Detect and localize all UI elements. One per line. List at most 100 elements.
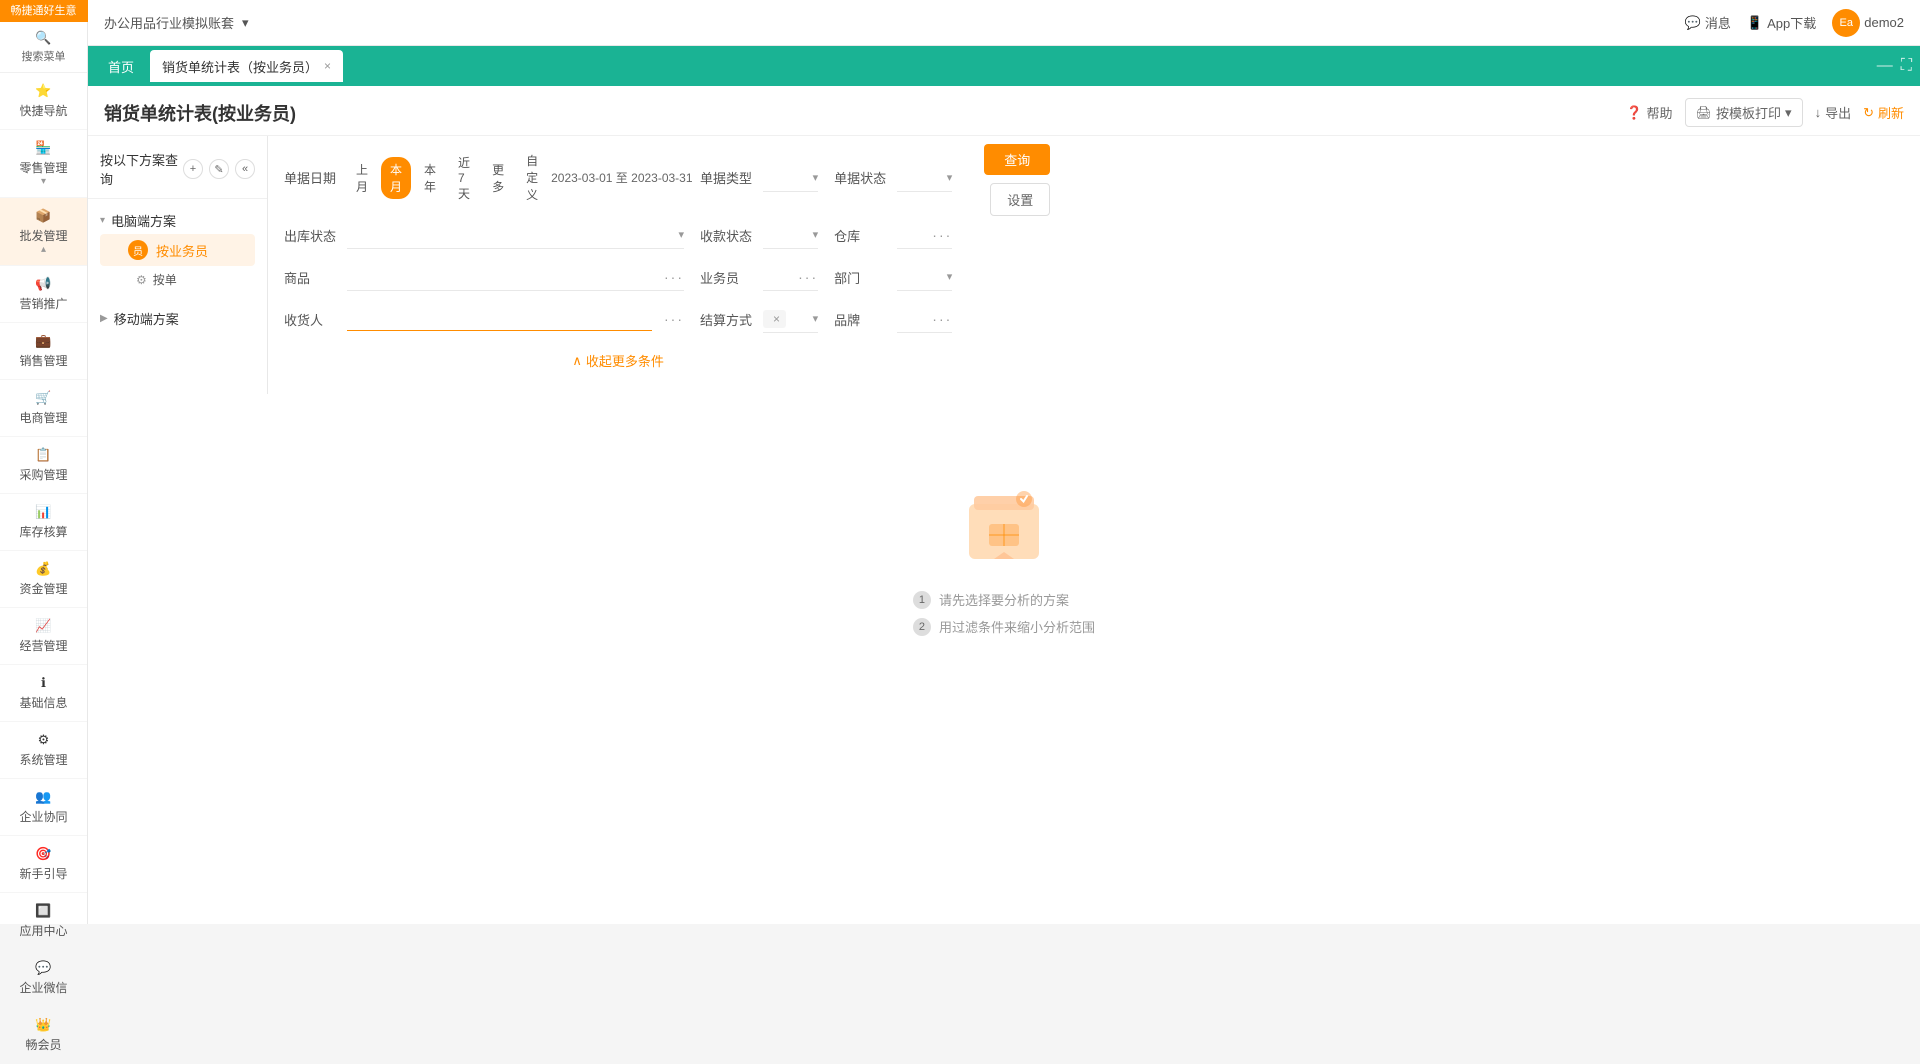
sidebar-item-search[interactable]: 🔍 搜索菜单 bbox=[0, 22, 87, 73]
help-button[interactable]: ❓ 帮助 bbox=[1626, 103, 1672, 122]
sidebar-item-basic-info[interactable]: ℹ 基础信息 bbox=[0, 665, 87, 722]
mobile-category-arrow-icon: ▶ bbox=[100, 313, 108, 324]
settings-button[interactable]: 设置 bbox=[990, 183, 1050, 216]
sidebar-item-member[interactable]: 👑 畅会员 bbox=[0, 1007, 87, 1064]
out-status-select[interactable]: ▾ bbox=[347, 221, 684, 249]
sidebar-item-enterprise[interactable]: 👥 企业协同 bbox=[0, 779, 87, 836]
scheme-collapse-button[interactable]: « bbox=[235, 159, 255, 179]
scheme-category-toggle[interactable]: ▾ 电脑端方案 bbox=[100, 207, 255, 234]
date-btn-more[interactable]: 更多 bbox=[483, 157, 513, 199]
gear-icon: ⚙ bbox=[38, 732, 50, 748]
sidebar-item-wholesale[interactable]: 📦 批发管理 ▴ bbox=[0, 198, 87, 266]
scheme-mobile-toggle[interactable]: ▶ 移动端方案 bbox=[100, 305, 255, 332]
tab-active[interactable]: 销货单统计表（按业务员） × bbox=[150, 50, 343, 82]
date-btn-7days[interactable]: 近7天 bbox=[449, 150, 479, 206]
print-button[interactable]: 🖨 按模板打印 ▾ bbox=[1685, 98, 1803, 127]
date-label: 单据日期 bbox=[284, 168, 339, 187]
page-content: 销货单统计表(按业务员) ❓ 帮助 🖨 按模板打印 ▾ ↓ 导出 bbox=[88, 86, 1920, 924]
scheme-item-salesperson[interactable]: 员 按业务员 bbox=[100, 234, 255, 266]
sub-item-icon: ⚙ bbox=[136, 273, 147, 287]
wechat-icon: 💬 bbox=[35, 960, 51, 976]
department-select[interactable]: ▾ bbox=[897, 263, 952, 291]
tab-minimize-icon[interactable]: — bbox=[1877, 57, 1893, 75]
sidebar-item-finance[interactable]: 💰 资金管理 bbox=[0, 551, 87, 608]
brand-select[interactable]: ··· bbox=[897, 305, 952, 333]
sidebar-item-retail[interactable]: 🏪 零售管理 ▾ bbox=[0, 130, 87, 198]
tab-maximize-icon[interactable]: ⛶ bbox=[1901, 57, 1912, 75]
doc-status-select[interactable]: ▾ bbox=[897, 164, 952, 192]
divider bbox=[88, 198, 267, 199]
sidebar: 畅捷通好生意 🔍 搜索菜单 ⭐ 快捷导航 🏪 零售管理 ▾ 📦 批发管理 ▴ 📢… bbox=[0, 0, 88, 924]
operations-icon: 📈 bbox=[35, 618, 51, 634]
settlement-dropdown-icon: ▾ bbox=[813, 312, 819, 325]
doc-type-select[interactable]: ▾ bbox=[763, 164, 818, 192]
sidebar-item-operations[interactable]: 📈 经营管理 bbox=[0, 608, 87, 665]
doc-status-label: 单据状态 bbox=[834, 168, 889, 187]
date-btn-this-month[interactable]: 本月 bbox=[381, 157, 411, 199]
date-range-display: 2023-03-01 至 2023-03-31 bbox=[551, 169, 692, 186]
settlement-label: 结算方式 bbox=[700, 310, 755, 329]
filter-item-goods: 商品 ··· bbox=[284, 263, 684, 291]
filter-row-2: 出库状态 ▾ 收款状态 ▾ bbox=[284, 221, 952, 249]
category-arrow-icon: ▾ bbox=[100, 215, 105, 226]
purchase-icon: 📋 bbox=[35, 447, 51, 463]
salesperson-label: 业务员 bbox=[700, 268, 755, 287]
warehouse-select[interactable]: ··· bbox=[897, 221, 952, 249]
app-download-button[interactable]: 📱 App下载 bbox=[1747, 13, 1816, 32]
goods-select[interactable]: ··· bbox=[347, 263, 684, 291]
wholesale-icon: 📦 bbox=[35, 208, 51, 224]
date-btn-this-year[interactable]: 本年 bbox=[415, 157, 445, 199]
finance-icon: 💰 bbox=[35, 561, 51, 577]
filter-area: 单据日期 上月 本月 本年 近7天 更多 自定义 2023-03-01 至 20… bbox=[268, 136, 968, 394]
consignee-label: 收货人 bbox=[284, 310, 339, 329]
sidebar-item-sales[interactable]: 💼 销售管理 bbox=[0, 323, 87, 380]
goods-label: 商品 bbox=[284, 268, 339, 287]
sidebar-item-app-center[interactable]: 🔲 应用中心 bbox=[0, 893, 87, 950]
sidebar-item-wechat[interactable]: 💬 企业微信 bbox=[0, 950, 87, 1007]
consignee-input[interactable] bbox=[347, 307, 652, 331]
sidebar-item-quick-nav[interactable]: ⭐ 快捷导航 bbox=[0, 73, 87, 130]
empty-state-image bbox=[954, 474, 1054, 574]
retail-icon: 🏪 bbox=[35, 140, 51, 156]
content-with-sidebar: 按以下方案查询 + ✎ « bbox=[88, 136, 1920, 394]
main-area: 办公用品行业模拟账套 ▾ 💬 消息 📱 App下载 Ea demo2 首页 bbox=[88, 0, 1920, 924]
date-btn-custom[interactable]: 自定义 bbox=[517, 148, 547, 207]
avatar: Ea bbox=[1832, 9, 1860, 37]
payment-status-select[interactable]: ▾ bbox=[763, 221, 818, 249]
settlement-tag-close-icon[interactable]: × bbox=[773, 312, 780, 326]
sidebar-item-guide[interactable]: 🎯 新手引导 bbox=[0, 836, 87, 893]
date-btn-last-month[interactable]: 上月 bbox=[347, 157, 377, 199]
filter-row-4: 收货人 ··· 结算方式 × bbox=[284, 305, 952, 333]
sidebar-item-system[interactable]: ⚙ 系统管理 bbox=[0, 722, 87, 779]
search-icon: 🔍 bbox=[35, 30, 51, 46]
scheme-add-button[interactable]: + bbox=[183, 159, 203, 179]
settlement-tag: × bbox=[763, 310, 786, 328]
info-icon: ℹ bbox=[41, 675, 46, 691]
collapse-more-conditions-button[interactable]: ∧ 收起更多条件 bbox=[284, 347, 952, 382]
sidebar-item-marketing[interactable]: 📢 营销推广 bbox=[0, 266, 87, 323]
refresh-button[interactable]: ↻ 刷新 bbox=[1863, 103, 1904, 122]
query-button[interactable]: 查询 bbox=[984, 144, 1050, 175]
filter-item-doc-status: 单据状态 ▾ bbox=[834, 164, 952, 192]
message-button[interactable]: 💬 消息 bbox=[1685, 13, 1731, 32]
tab-bar-actions: — ⛶ bbox=[1877, 57, 1912, 75]
salesperson-select[interactable]: ··· bbox=[763, 263, 818, 291]
refresh-icon: ↻ bbox=[1863, 105, 1874, 121]
payment-status-dropdown-icon: ▾ bbox=[813, 228, 819, 241]
scheme-sidebar: 按以下方案查询 + ✎ « bbox=[88, 136, 268, 394]
scheme-sidebar-header: 按以下方案查询 + ✎ « bbox=[88, 144, 267, 194]
message-icon: 💬 bbox=[1685, 15, 1701, 31]
industry-selector[interactable]: 办公用品行业模拟账套 ▾ bbox=[104, 13, 249, 32]
scheme-sub-item-order[interactable]: ⚙ 按单 bbox=[100, 266, 255, 293]
consignee-dots-icon: ··· bbox=[664, 311, 684, 327]
enterprise-icon: 👥 bbox=[35, 789, 51, 805]
sidebar-item-ecommerce[interactable]: 🛒 电商管理 bbox=[0, 380, 87, 437]
settlement-select[interactable]: × ▾ bbox=[763, 305, 818, 333]
sidebar-item-inventory[interactable]: 📊 库存核算 bbox=[0, 494, 87, 551]
scheme-edit-button[interactable]: ✎ bbox=[209, 159, 229, 179]
tab-close-icon[interactable]: × bbox=[324, 59, 331, 73]
sidebar-item-purchase[interactable]: 📋 采购管理 bbox=[0, 437, 87, 494]
export-button[interactable]: ↓ 导出 bbox=[1815, 103, 1852, 122]
tab-home[interactable]: 首页 bbox=[96, 50, 146, 82]
user-profile-button[interactable]: Ea demo2 bbox=[1832, 9, 1904, 37]
